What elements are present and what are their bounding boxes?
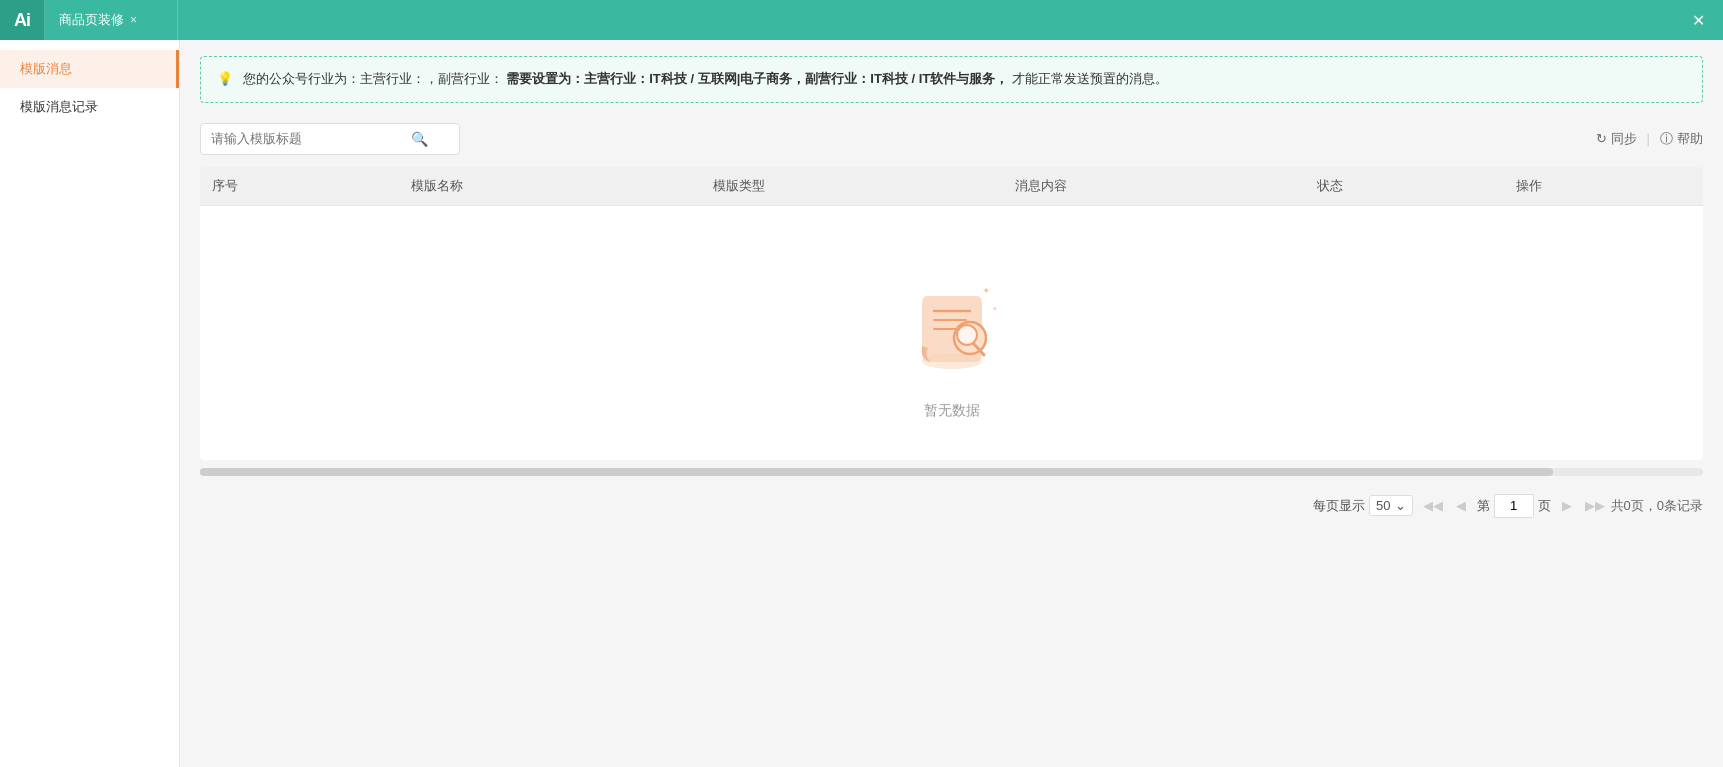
notice-highlight: 需要设置为：主营行业：IT科技 / 互联网|电子商务，副营行业：IT科技 / I… [506, 71, 1008, 86]
tab-product-deco[interactable]: 商品页装修 × [45, 0, 178, 40]
table-col-状态: 状态 [1305, 167, 1504, 206]
table-body: ✦ ✦ 暂无数据 [200, 205, 1703, 460]
notice-prefix: 您的公众号行业为：主营行业：，副营行业： [243, 71, 503, 86]
page-nav: ◀◀ ◀ 第 页 ▶ ▶▶ 共0页，0条记录 [1421, 494, 1703, 518]
help-button[interactable]: ⓘ 帮助 [1660, 130, 1703, 148]
prev-page-button[interactable]: ◀ [1449, 494, 1473, 518]
tab-bar-end: ✕ [1684, 7, 1723, 34]
help-label: 帮助 [1677, 130, 1703, 148]
tab-close-product-deco[interactable]: × [130, 13, 137, 27]
sync-label: 同步 [1611, 130, 1637, 148]
sidebar: 模版消息模版消息记录 [0, 40, 180, 767]
search-input[interactable] [211, 131, 411, 146]
page-total: 共0页，0条记录 [1611, 497, 1703, 515]
notice-box: 💡 您的公众号行业为：主营行业：，副营行业： 需要设置为：主营行业：IT科技 /… [200, 56, 1703, 103]
search-icon[interactable]: 🔍 [411, 131, 428, 147]
notice-suffix: 才能正常发送预置的消息。 [1012, 71, 1168, 86]
content-area: 💡 您的公众号行业为：主营行业：，副营行业： 需要设置为：主营行业：IT科技 /… [180, 40, 1723, 767]
close-all-button[interactable]: ✕ [1684, 7, 1713, 34]
sync-icon: ↻ [1596, 131, 1607, 146]
table-header: 序号模版名称模版类型消息内容状态操作 [200, 167, 1703, 206]
scroll-thumb [200, 468, 1553, 476]
tab-bar: Ai 首页微商城店铺设置×商品分类设置×首页装修×商品页装修×店铺主题×开通公众… [0, 0, 1723, 40]
empty-row: ✦ ✦ 暂无数据 [200, 205, 1703, 460]
empty-illustration: ✦ ✦ [892, 266, 1012, 386]
last-page-button[interactable]: ▶▶ [1583, 494, 1607, 518]
logo: Ai [0, 0, 45, 40]
page-number-input[interactable] [1494, 494, 1534, 518]
pagination: 每页显示 50 ⌄ ◀◀ ◀ 第 页 ▶ ▶▶ 共0页，0条记录 [200, 484, 1703, 528]
svg-text:✦: ✦ [992, 305, 998, 312]
svg-text:✦: ✦ [982, 285, 990, 296]
horizontal-scrollbar[interactable] [200, 468, 1703, 476]
next-page-button[interactable]: ▶ [1555, 494, 1579, 518]
sidebar-items: 模版消息模版消息记录 [0, 50, 179, 126]
table-col-模版类型: 模版类型 [701, 167, 1003, 206]
page-suffix: 页 [1538, 497, 1551, 515]
main-layout: 模版消息模版消息记录 💡 您的公众号行业为：主营行业：，副营行业： 需要设置为：… [0, 40, 1723, 767]
tabs-container: 首页微商城店铺设置×商品分类设置×首页装修×商品页装修×店铺主题×开通公众号商城… [45, 0, 178, 40]
page-size-dropdown[interactable]: 50 ⌄ [1369, 495, 1412, 516]
dropdown-icon: ⌄ [1395, 498, 1406, 513]
first-page-button[interactable]: ◀◀ [1421, 494, 1445, 518]
page-prefix: 第 [1477, 497, 1490, 515]
page-size-value: 50 [1376, 498, 1390, 513]
sidebar-item-template-msg[interactable]: 模版消息 [0, 50, 179, 88]
svg-point-5 [957, 325, 977, 345]
help-icon: ⓘ [1660, 130, 1673, 148]
table-col-模版名称: 模版名称 [399, 167, 701, 206]
tab-label: 商品页装修 [59, 11, 124, 29]
empty-state: ✦ ✦ 暂无数据 [200, 206, 1703, 460]
sync-button[interactable]: ↻ 同步 [1596, 130, 1637, 148]
page-size-label: 每页显示 [1313, 497, 1365, 515]
data-table: 序号模版名称模版类型消息内容状态操作 [200, 167, 1703, 460]
search-input-wrap[interactable]: 🔍 [200, 123, 460, 155]
table-col-操作: 操作 [1504, 167, 1703, 206]
notice-icon: 💡 [217, 71, 233, 86]
divider: | [1647, 131, 1650, 146]
page-size-select: 每页显示 50 ⌄ [1313, 495, 1412, 516]
table-header-row: 序号模版名称模版类型消息内容状态操作 [200, 167, 1703, 206]
empty-text: 暂无数据 [924, 402, 980, 420]
search-actions: ↻ 同步 | ⓘ 帮助 [1596, 130, 1703, 148]
search-bar: 🔍 ↻ 同步 | ⓘ 帮助 [200, 123, 1703, 155]
sidebar-item-template-msg-record[interactable]: 模版消息记录 [0, 88, 179, 126]
table-col-序号: 序号 [200, 167, 399, 206]
table-col-消息内容: 消息内容 [1003, 167, 1305, 206]
